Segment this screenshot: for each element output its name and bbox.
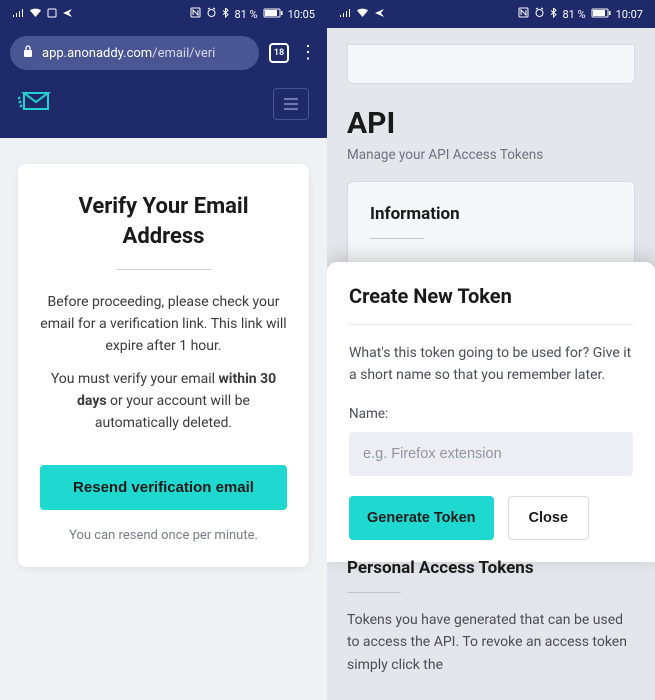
modal-description: What's this token going to be used for? … [349,343,633,386]
token-name-input[interactable] [349,432,633,476]
address-bar[interactable]: app.anonaddy.com/email/veri [10,36,259,70]
resend-verification-button[interactable]: Resend verification email [40,465,287,510]
information-card: Information [347,181,635,270]
divider [116,269,212,270]
api-page: API Manage your API Access Tokens Inform… [327,28,655,270]
menu-button[interactable] [273,88,309,120]
status-bar: 81 % 10:05 [0,0,327,28]
divider [370,238,424,239]
tab-count[interactable]: 18 [269,43,289,63]
tokens-card-fragment: Personal Access Tokens Tokens you have g… [347,558,635,676]
browser-chrome: app.anonaddy.com/email/veri 18 ⋮ [0,28,327,78]
battery-pct: 81 % [562,8,585,21]
nfc-icon [518,7,529,21]
clock: 10:05 [288,8,315,21]
card-title: Verify Your Email Address [40,192,287,251]
alarm-icon [206,7,217,21]
url-text: app.anonaddy.com/email/veri [42,46,215,61]
bluetooth-icon [222,7,229,21]
screen-verify-email: 81 % 10:05 app.anonaddy.com/email/veri 1… [0,0,327,700]
verify-email-card: Verify Your Email Address Before proceed… [18,164,309,567]
close-button[interactable]: Close [508,496,590,540]
signal-icon [12,8,24,21]
overflow-menu-icon[interactable]: ⋮ [299,44,317,62]
name-label: Name: [349,406,633,422]
send-icon [374,8,385,21]
resend-note: You can resend once per minute. [40,528,287,543]
card-paragraph-2: You must verify your email within 30 day… [40,369,287,434]
wifi-icon [356,8,369,21]
create-token-modal: Create New Token What's this token going… [327,262,655,562]
modal-title: Create New Token [349,284,633,308]
tokens-description: Tokens you have generated that can be us… [347,609,635,676]
wifi-icon [29,8,42,21]
screen-api-tokens: 81 % 10:07 API Manage your API Access To… [327,0,655,700]
page-title: API [347,106,635,141]
page-subtitle: Manage your API Access Tokens [347,147,635,163]
signal-icon [339,8,351,21]
bluetooth-icon [550,7,557,21]
alarm-icon [534,7,545,21]
volte-icon [47,8,57,21]
app-header [0,78,327,138]
personal-tokens-heading: Personal Access Tokens [347,558,635,578]
previous-card-fragment [347,44,635,84]
battery-pct: 81 % [234,8,257,21]
information-heading: Information [370,204,612,224]
battery-icon [591,8,611,21]
nfc-icon [190,7,201,21]
send-icon [62,8,73,21]
status-bar: 81 % 10:07 [327,0,655,28]
divider [347,592,401,593]
clock: 10:07 [616,8,643,21]
divider [349,324,633,325]
app-logo-icon[interactable] [18,89,54,119]
battery-icon [263,8,283,21]
lock-icon [22,44,34,62]
card-paragraph-1: Before proceeding, please check your ema… [40,292,287,357]
generate-token-button[interactable]: Generate Token [349,496,494,540]
